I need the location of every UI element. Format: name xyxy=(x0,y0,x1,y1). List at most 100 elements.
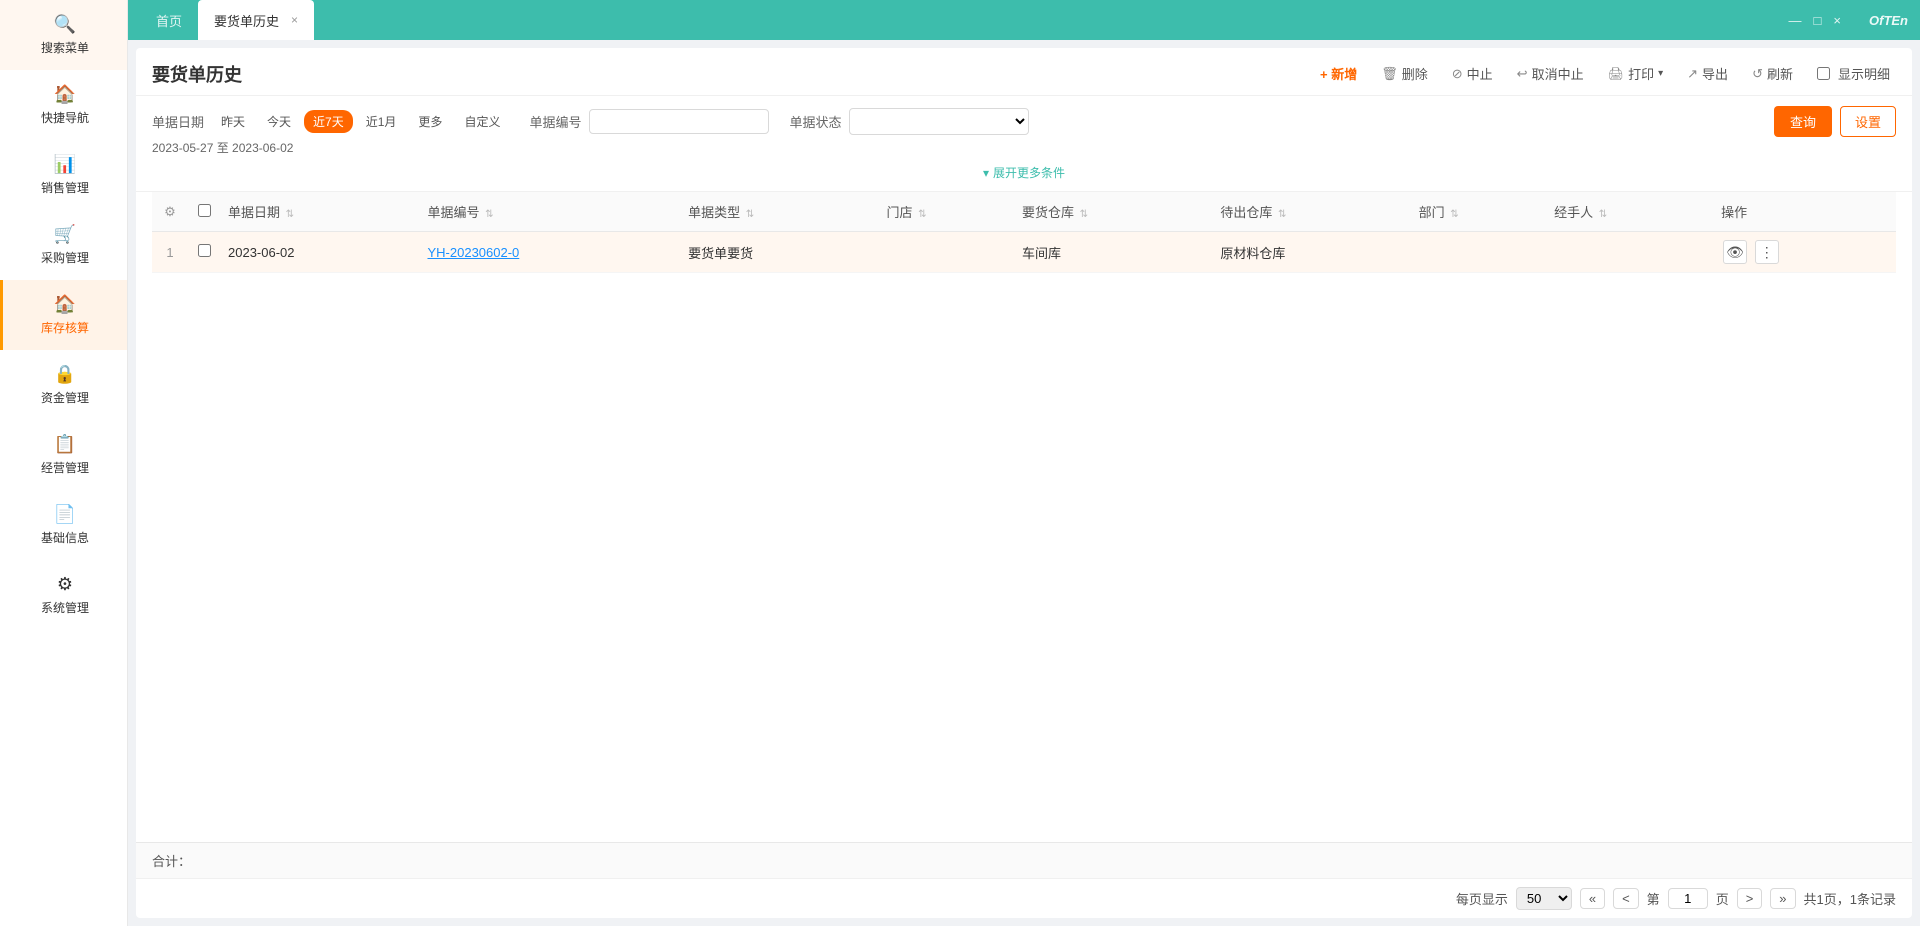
th-docno[interactable]: 单据编号 ⇅ xyxy=(419,192,680,232)
first-page-btn[interactable]: « xyxy=(1580,888,1605,909)
docno-filter-group: 单据编号 xyxy=(529,109,769,134)
sidebar-item-operations[interactable]: 📋 经营管理 xyxy=(0,420,127,490)
next-page-btn[interactable]: > xyxy=(1737,888,1763,909)
sort-date-icon: ⇅ xyxy=(286,209,294,220)
sidebar-item-quick-nav[interactable]: 🏠 快捷导航 xyxy=(0,70,127,140)
sidebar-item-sales[interactable]: 📊 销售管理 xyxy=(0,140,127,210)
docno-input[interactable] xyxy=(589,109,769,134)
operations-icon: 📋 xyxy=(54,434,76,455)
quick-btn-1month[interactable]: 近1月 xyxy=(357,110,406,133)
export-button[interactable]: ↗ 导出 xyxy=(1681,60,1734,87)
purchase-icon: 🛒 xyxy=(54,224,76,245)
th-date[interactable]: 单据日期 ⇅ xyxy=(220,192,419,232)
row-checkbox[interactable] xyxy=(198,244,211,257)
sidebar-item-system[interactable]: ⚙ 系统管理 xyxy=(0,560,127,630)
tab-requisition-history[interactable]: 要货单历史 × xyxy=(198,0,314,40)
query-button[interactable]: 查询 xyxy=(1774,106,1832,137)
status-filter-group: 单据状态 xyxy=(789,108,1029,135)
tab-home-label: 首页 xyxy=(156,11,182,30)
stop-icon: ⊘ xyxy=(1452,66,1463,82)
th-settings[interactable]: ⚙ xyxy=(152,192,188,232)
tab-active-label: 要货单历史 xyxy=(214,11,279,30)
new-button[interactable]: + 新增 xyxy=(1314,60,1363,87)
op-view-btn[interactable]: 👁 xyxy=(1723,240,1747,264)
window-close-btn[interactable]: × xyxy=(1833,13,1841,28)
date-filter-group: 单据日期 昨天 今天 近7天 近1月 更多 自定义 xyxy=(152,110,509,133)
sidebar-item-label: 经营管理 xyxy=(41,459,89,476)
th-store[interactable]: 门店 ⇅ xyxy=(878,192,1013,232)
tab-home[interactable]: 首页 xyxy=(140,0,198,40)
sort-req-warehouse-icon: ⇅ xyxy=(1080,209,1088,220)
op-more-btn[interactable]: ⋮ xyxy=(1755,240,1779,264)
th-pending-warehouse[interactable]: 待出仓库 ⇅ xyxy=(1212,192,1410,232)
sidebar-item-basic[interactable]: 📄 基础信息 xyxy=(0,490,127,560)
inventory-icon: 🏠 xyxy=(54,294,76,315)
docno-link[interactable]: YH-20230602-0 xyxy=(427,245,519,260)
td-docno: YH-20230602-0 xyxy=(419,232,680,273)
total-info: 共1页，1条记录 xyxy=(1804,889,1896,908)
page-header: 要货单历史 + 新增 🗑 删除 ⊘ 中止 ↩ 取消中止 🖨 xyxy=(136,48,1912,96)
display-detail-button[interactable]: 显示明细 xyxy=(1811,60,1896,87)
refresh-button[interactable]: ↺ 刷新 xyxy=(1746,60,1799,87)
quick-btn-7days[interactable]: 近7天 xyxy=(304,110,353,133)
quick-btn-today[interactable]: 今天 xyxy=(258,110,300,133)
page-size-select[interactable]: 50 10 20 100 xyxy=(1516,887,1572,910)
data-table: ⚙ 单据日期 ⇅ 单据编号 ⇅ 单据类型 xyxy=(152,192,1896,273)
td-handler xyxy=(1546,232,1713,273)
td-req-warehouse: 车间库 xyxy=(1014,232,1212,273)
page-number-input[interactable] xyxy=(1668,888,1708,909)
th-checkbox xyxy=(188,192,220,232)
summary-label: 合计： xyxy=(152,851,191,870)
th-dept[interactable]: 部门 ⇅ xyxy=(1411,192,1546,232)
topbar-right: — □ × OfTEn xyxy=(1789,13,1908,28)
prev-page-btn[interactable]: < xyxy=(1613,888,1639,909)
tab-close-icon[interactable]: × xyxy=(291,13,298,27)
quick-btn-custom[interactable]: 自定义 xyxy=(455,110,509,133)
sort-pending-warehouse-icon: ⇅ xyxy=(1278,209,1286,220)
date-quick-btns: 昨天 今天 近7天 近1月 更多 自定义 xyxy=(212,110,509,133)
settings-button[interactable]: 设置 xyxy=(1840,106,1896,137)
status-select[interactable] xyxy=(849,108,1029,135)
sidebar-item-label: 搜索菜单 xyxy=(41,39,89,56)
current-page-prefix: 第 xyxy=(1647,889,1660,908)
sort-store-icon: ⇅ xyxy=(918,209,926,220)
quick-btn-yesterday[interactable]: 昨天 xyxy=(212,110,254,133)
td-pending-warehouse: 原材料仓库 xyxy=(1212,232,1410,273)
sidebar-item-inventory[interactable]: 🏠 库存核算 xyxy=(0,280,127,350)
date-range-display: 2023-05-27 至 2023-06-02 xyxy=(152,139,1896,156)
expand-more-btn[interactable]: ▾ 展开更多条件 xyxy=(152,164,1896,181)
sidebar-item-label: 库存核算 xyxy=(41,319,89,336)
td-operation: 👁 ⋮ xyxy=(1713,232,1896,273)
td-store xyxy=(878,232,1013,273)
page-size-label: 每页显示 xyxy=(1456,889,1508,908)
quick-btn-more[interactable]: 更多 xyxy=(409,110,451,133)
sales-icon: 📊 xyxy=(54,154,76,175)
sidebar-item-search[interactable]: 🔍 搜索菜单 xyxy=(0,0,127,70)
delete-button[interactable]: 🗑 删除 xyxy=(1375,60,1434,87)
table-row: 1 2023-06-02 YH-20230602-0 要货单要货 车间库 原材料… xyxy=(152,232,1896,273)
date-filter-label: 单据日期 xyxy=(152,112,204,131)
sidebar-item-label: 采购管理 xyxy=(41,249,89,266)
print-button[interactable]: 🖨 打印 ▾ xyxy=(1602,60,1670,87)
sidebar-item-finance[interactable]: 🔒 资金管理 xyxy=(0,350,127,420)
export-icon: ↗ xyxy=(1687,66,1698,82)
th-req-warehouse[interactable]: 要货仓库 ⇅ xyxy=(1014,192,1212,232)
last-page-btn[interactable]: » xyxy=(1770,888,1795,909)
sidebar-item-label: 资金管理 xyxy=(41,389,89,406)
chevron-down-icon: ▾ xyxy=(983,166,989,180)
display-detail-checkbox[interactable] xyxy=(1817,67,1830,80)
sidebar-item-purchase[interactable]: 🛒 采购管理 xyxy=(0,210,127,280)
cancel-stop-button[interactable]: ↩ 取消中止 xyxy=(1511,60,1590,87)
window-minimize-btn[interactable]: — xyxy=(1789,13,1802,28)
th-doctype[interactable]: 单据类型 ⇅ xyxy=(680,192,878,232)
stop-button[interactable]: ⊘ 中止 xyxy=(1446,60,1499,87)
sort-dept-icon: ⇅ xyxy=(1450,209,1458,220)
table-container: ⚙ 单据日期 ⇅ 单据编号 ⇅ 单据类型 xyxy=(136,192,1912,842)
content-area: 要货单历史 + 新增 🗑 删除 ⊘ 中止 ↩ 取消中止 🖨 xyxy=(136,48,1912,918)
window-maximize-btn[interactable]: □ xyxy=(1814,13,1822,28)
td-dept xyxy=(1411,232,1546,273)
delete-icon: 🗑 xyxy=(1381,66,1398,82)
th-handler[interactable]: 经手人 ⇅ xyxy=(1546,192,1713,232)
select-all-checkbox[interactable] xyxy=(198,204,211,217)
sidebar: 🔍 搜索菜单 🏠 快捷导航 📊 销售管理 🛒 采购管理 🏠 库存核算 🔒 资金管… xyxy=(0,0,128,926)
